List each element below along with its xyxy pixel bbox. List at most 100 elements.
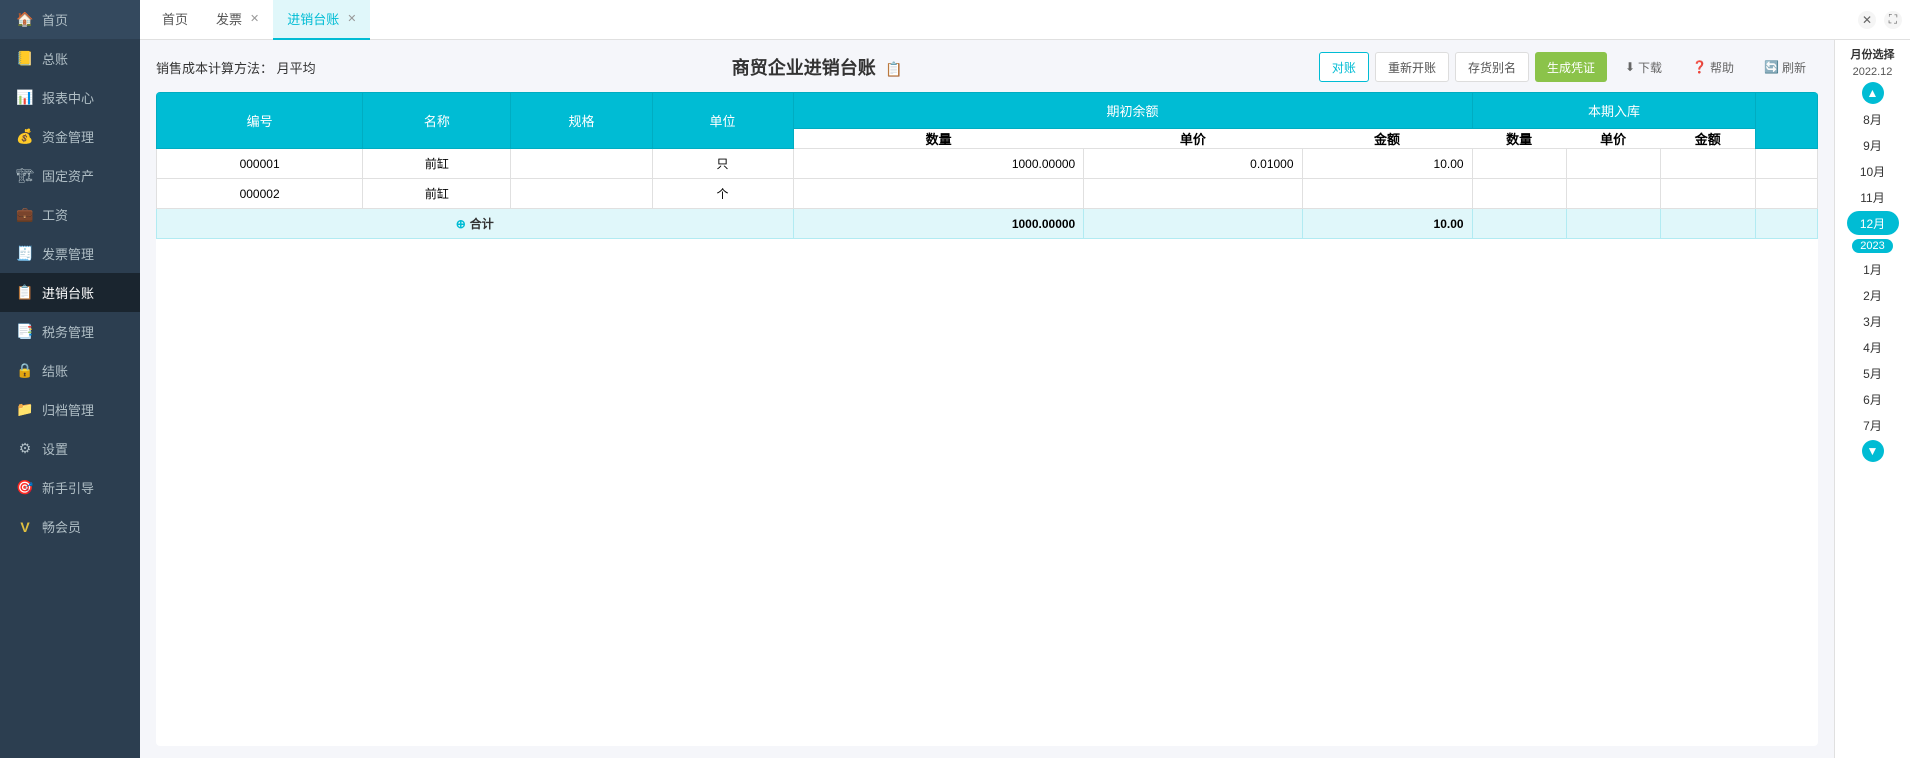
sidebar-item-tax[interactable]: 📑 税务管理 — [0, 312, 140, 351]
content-area: 销售成本计算方法： 月平均 商贸企业进销台账 📋 对账 重新开账 存货别名 生成… — [140, 40, 1910, 758]
generate-button[interactable]: 生成凭证 — [1535, 52, 1607, 82]
info-icon[interactable]: 📋 — [885, 61, 902, 77]
window-close-button[interactable]: ✕ — [1858, 11, 1876, 29]
month-item-2023-7[interactable]: 7月 — [1847, 413, 1899, 437]
month-item-2023-1[interactable]: 1月 — [1847, 257, 1899, 281]
sidebar: 🏠 首页 📒 总账 📊 报表中心 💰 资金管理 🏗 固定资产 💼 工资 🧾 发票… — [0, 0, 140, 758]
tab-invoice[interactable]: 发票 ✕ — [202, 0, 273, 40]
download-button[interactable]: ⬇ 下载 — [1613, 52, 1674, 82]
col-num-header: 编号 — [157, 93, 363, 149]
sidebar-item-guide[interactable]: 🎯 新手引导 — [0, 468, 140, 507]
month-item-2023-2[interactable]: 2月 — [1847, 283, 1899, 307]
home-icon: 🏠 — [16, 11, 34, 28]
sidebar-item-label: 设置 — [42, 439, 68, 458]
col-extra-header — [1756, 93, 1818, 149]
total-in-qty — [1472, 209, 1566, 239]
tab-invoice-label: 发票 — [216, 9, 242, 28]
refresh-icon: 🔄 — [1764, 60, 1779, 74]
sidebar-item-invoice-mgr[interactable]: 🧾 发票管理 — [0, 234, 140, 273]
tab-home[interactable]: 首页 — [148, 0, 202, 40]
tab-jinxiao[interactable]: 进销台账 ✕ — [273, 0, 370, 40]
month-panel: 月份选择 2022.12 ▲ 8月 9月 10月 11月 12月 2023 1月… — [1834, 40, 1910, 758]
sidebar-item-member[interactable]: V 畅会员 — [0, 507, 140, 546]
month-item-12[interactable]: 12月 — [1847, 211, 1899, 235]
sidebar-item-label: 发票管理 — [42, 244, 94, 263]
sidebar-item-reports[interactable]: 📊 报表中心 — [0, 78, 140, 117]
month-item-2023-5[interactable]: 5月 — [1847, 361, 1899, 385]
window-maximize-button[interactable]: ⛶ — [1884, 11, 1902, 29]
month-panel-title: 月份选择 — [1851, 46, 1895, 62]
cell-open-amount — [1302, 179, 1472, 209]
cost-method: 销售成本计算方法： 月平均 — [156, 58, 316, 77]
sidebar-item-assets[interactable]: 🏗 固定资产 — [0, 156, 140, 195]
cell-open-amount: 10.00 — [1302, 149, 1472, 179]
month-item-11[interactable]: 11月 — [1847, 185, 1899, 209]
page-title: 商贸企业进销台账 — [732, 58, 876, 78]
cell-spec — [511, 179, 652, 209]
month-item-2023-3[interactable]: 3月 — [1847, 309, 1899, 333]
sidebar-item-label: 工资 — [42, 205, 68, 224]
month-year-2022: 2022.12 — [1853, 66, 1893, 78]
total-open-amount: 10.00 — [1302, 209, 1472, 239]
tab-invoice-close[interactable]: ✕ — [250, 12, 259, 25]
col-unit-header: 单位 — [652, 93, 793, 149]
month-nav-up[interactable]: ▲ — [1862, 82, 1884, 104]
cost-method-label: 销售成本计算方法： — [156, 61, 273, 76]
total-in-amount — [1660, 209, 1756, 239]
cell-in-price — [1566, 179, 1660, 209]
col-spec-header: 规格 — [511, 93, 652, 149]
month-nav-down[interactable]: ▼ — [1862, 440, 1884, 462]
sidebar-item-label: 结账 — [42, 361, 68, 380]
page-body: 销售成本计算方法： 月平均 商贸企业进销台账 📋 对账 重新开账 存货别名 生成… — [140, 40, 1834, 758]
col-in-qty-header: 数量 — [1472, 129, 1566, 149]
cell-in-qty — [1472, 179, 1566, 209]
col-opening-header: 期初余额 — [793, 93, 1472, 129]
sidebar-item-archive[interactable]: 📁 归档管理 — [0, 390, 140, 429]
closing-icon: 🔒 — [16, 362, 34, 379]
month-item-10[interactable]: 10月 — [1847, 159, 1899, 183]
col-in-amount-header: 金额 — [1660, 129, 1756, 149]
month-item-2023-6[interactable]: 6月 — [1847, 387, 1899, 411]
sidebar-item-label: 报表中心 — [42, 88, 94, 107]
reports-icon: 📊 — [16, 89, 34, 106]
sidebar-item-salary[interactable]: 💼 工资 — [0, 195, 140, 234]
cell-open-price — [1084, 179, 1302, 209]
cell-in-price — [1566, 149, 1660, 179]
save-alias-button[interactable]: 存货别名 — [1455, 52, 1529, 82]
sidebar-item-label: 归档管理 — [42, 400, 94, 419]
cell-in-amount — [1660, 149, 1756, 179]
help-button[interactable]: ❓ 帮助 — [1680, 52, 1746, 82]
tab-jinxiao-close[interactable]: ✕ — [347, 12, 356, 25]
duizhang-button[interactable]: 对账 — [1319, 52, 1369, 82]
assets-icon: 🏗 — [16, 167, 34, 184]
cell-extra — [1756, 179, 1818, 209]
tabs-bar: 首页 发票 ✕ 进销台账 ✕ ✕ ⛶ — [140, 0, 1910, 40]
month-item-9[interactable]: 9月 — [1847, 133, 1899, 157]
sidebar-item-settings[interactable]: ⚙ 设置 — [0, 429, 140, 468]
sidebar-item-closing[interactable]: 🔒 结账 — [0, 351, 140, 390]
cell-num: 000002 — [157, 179, 363, 209]
sidebar-item-label: 进销台账 — [42, 283, 94, 302]
month-item-2023-4[interactable]: 4月 — [1847, 335, 1899, 359]
guide-icon: 🎯 — [16, 479, 34, 496]
col-inbound-header: 本期入库 — [1472, 93, 1756, 129]
sidebar-item-jinxiao[interactable]: 📋 进销台账 — [0, 273, 140, 312]
month-item-8[interactable]: 8月 — [1847, 107, 1899, 131]
col-open-qty-header: 数量 — [793, 129, 1084, 149]
year-badge-2023: 2023 — [1852, 239, 1892, 253]
sidebar-item-label: 新手引导 — [42, 478, 94, 497]
cell-open-qty — [793, 179, 1084, 209]
sidebar-item-funds[interactable]: 💰 资金管理 — [0, 117, 140, 156]
reopen-button[interactable]: 重新开账 — [1375, 52, 1449, 82]
cell-name: 前缸 — [363, 149, 511, 179]
page-title-area: 商贸企业进销台账 📋 — [316, 54, 1319, 80]
data-table: 编号 名称 规格 单位 期初余额 本期入库 数量 单价 金额 数量 — [156, 92, 1818, 239]
sidebar-item-label: 总账 — [42, 49, 68, 68]
sidebar-item-label: 资金管理 — [42, 127, 94, 146]
sidebar-item-label: 税务管理 — [42, 322, 94, 341]
sidebar-item-home[interactable]: 🏠 首页 — [0, 0, 140, 39]
total-in-price — [1566, 209, 1660, 239]
sidebar-item-ledger[interactable]: 📒 总账 — [0, 39, 140, 78]
cell-unit: 个 — [652, 179, 793, 209]
refresh-button[interactable]: 🔄 刷新 — [1752, 52, 1818, 82]
